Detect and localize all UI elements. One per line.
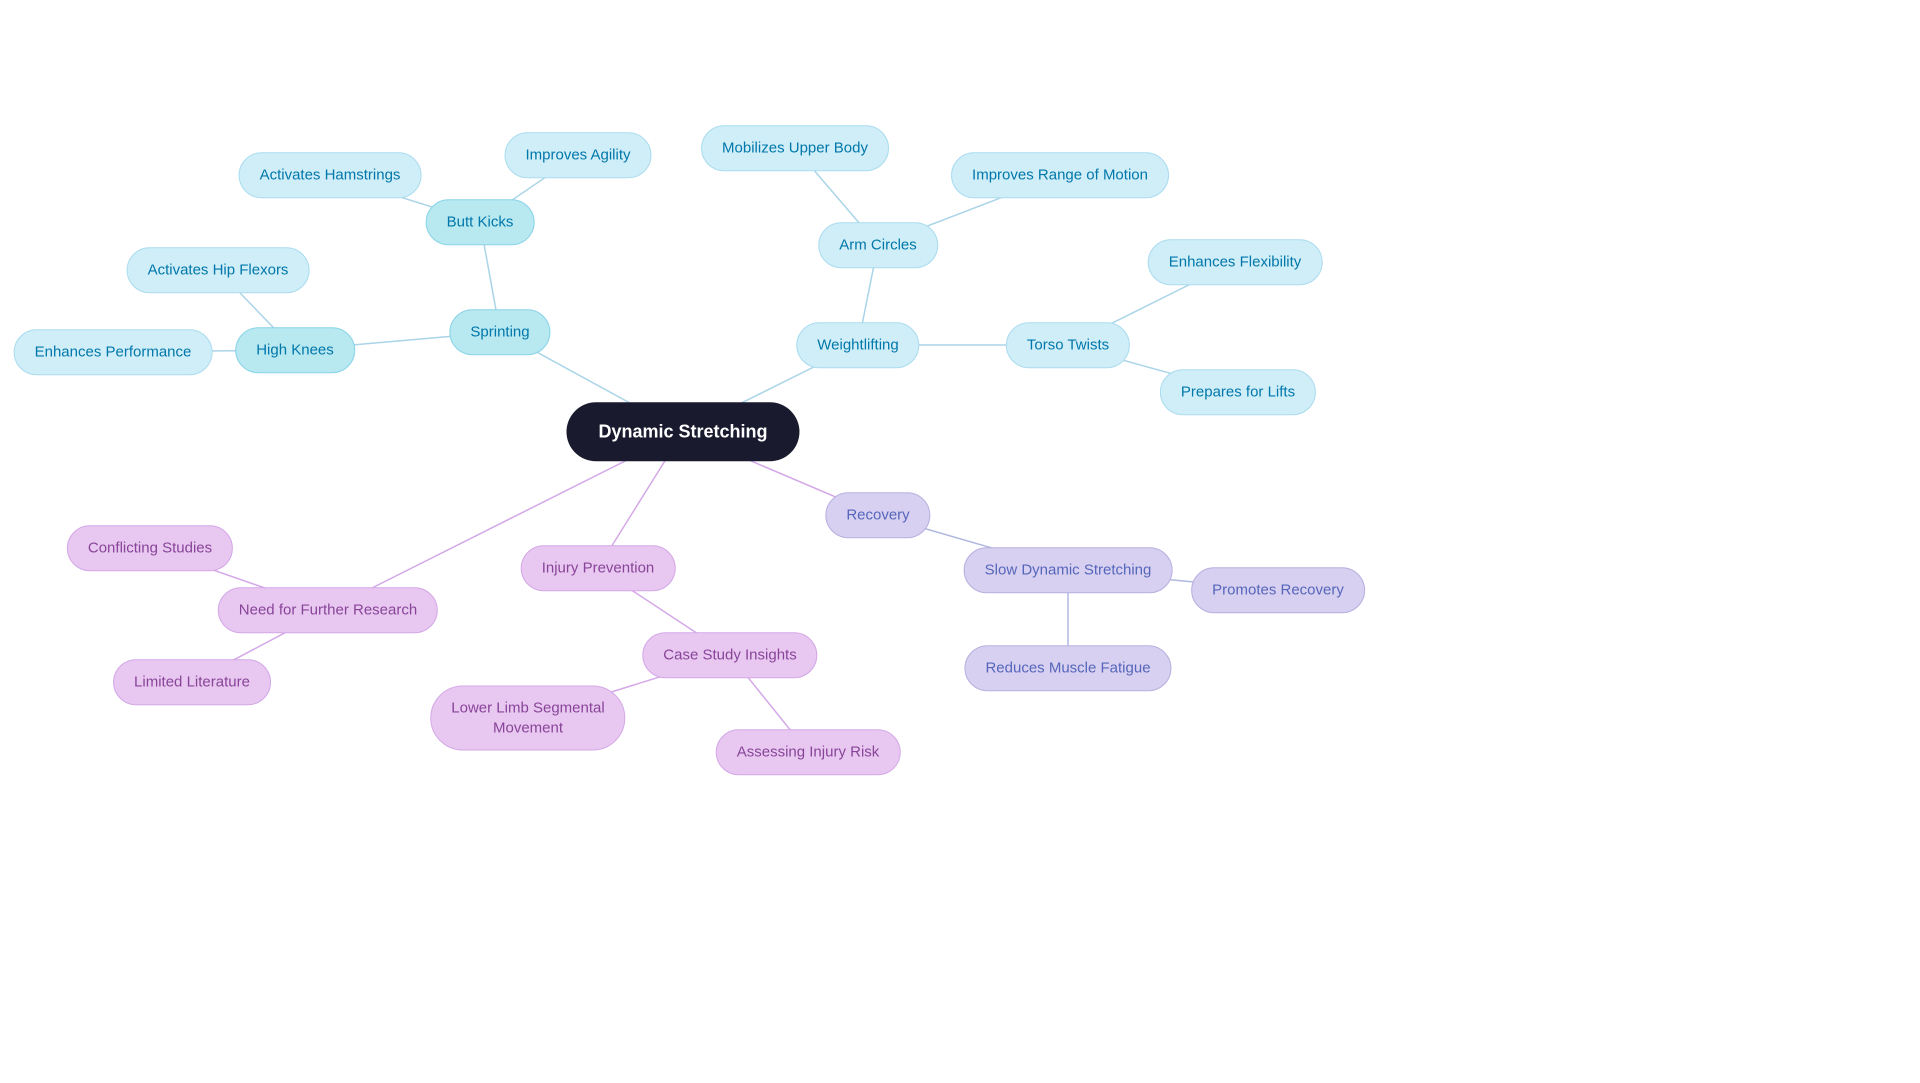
node-limited-literature[interactable]: Limited Literature <box>113 659 271 705</box>
node-reduces-muscle-fatigue[interactable]: Reduces Muscle Fatigue <box>964 645 1171 691</box>
node-conflicting-studies[interactable]: Conflicting Studies <box>67 525 233 571</box>
node-butt-kicks[interactable]: Butt Kicks <box>426 199 535 245</box>
node-recovery[interactable]: Recovery <box>825 492 930 538</box>
node-slow-dynamic[interactable]: Slow Dynamic Stretching <box>964 547 1173 593</box>
node-case-study-insights[interactable]: Case Study Insights <box>642 632 817 678</box>
node-activates-hamstrings[interactable]: Activates Hamstrings <box>239 152 422 198</box>
node-assessing-injury[interactable]: Assessing Injury Risk <box>716 729 901 775</box>
node-need-for-research[interactable]: Need for Further Research <box>218 587 438 633</box>
node-weightlifting[interactable]: Weightlifting <box>796 322 919 368</box>
node-lower-limb[interactable]: Lower Limb Segmental Movement <box>430 686 625 751</box>
node-high-knees[interactable]: High Knees <box>235 327 355 373</box>
mindmap-container: Dynamic Stretching Sprinting Butt Kicks Hig… <box>0 0 1920 1083</box>
node-promotes-recovery[interactable]: Promotes Recovery <box>1191 567 1365 613</box>
node-injury-prevention[interactable]: Injury Prevention <box>521 545 676 591</box>
node-enhances-flexibility[interactable]: Enhances Flexibility <box>1148 239 1323 285</box>
node-prepares-for-lifts[interactable]: Prepares for Lifts <box>1160 369 1316 415</box>
node-torso-twists[interactable]: Torso Twists <box>1006 322 1130 368</box>
node-improves-agility[interactable]: Improves Agility <box>504 132 651 178</box>
node-mobilizes-upper-body[interactable]: Mobilizes Upper Body <box>701 125 889 171</box>
node-improves-range[interactable]: Improves Range of Motion <box>951 152 1169 198</box>
node-arm-circles[interactable]: Arm Circles <box>818 222 938 268</box>
node-sprinting[interactable]: Sprinting <box>449 309 550 355</box>
center-node[interactable]: Dynamic Stretching <box>566 402 799 461</box>
node-enhances-performance[interactable]: Enhances Performance <box>14 329 213 375</box>
node-activates-hip-flexors[interactable]: Activates Hip Flexors <box>127 247 310 293</box>
